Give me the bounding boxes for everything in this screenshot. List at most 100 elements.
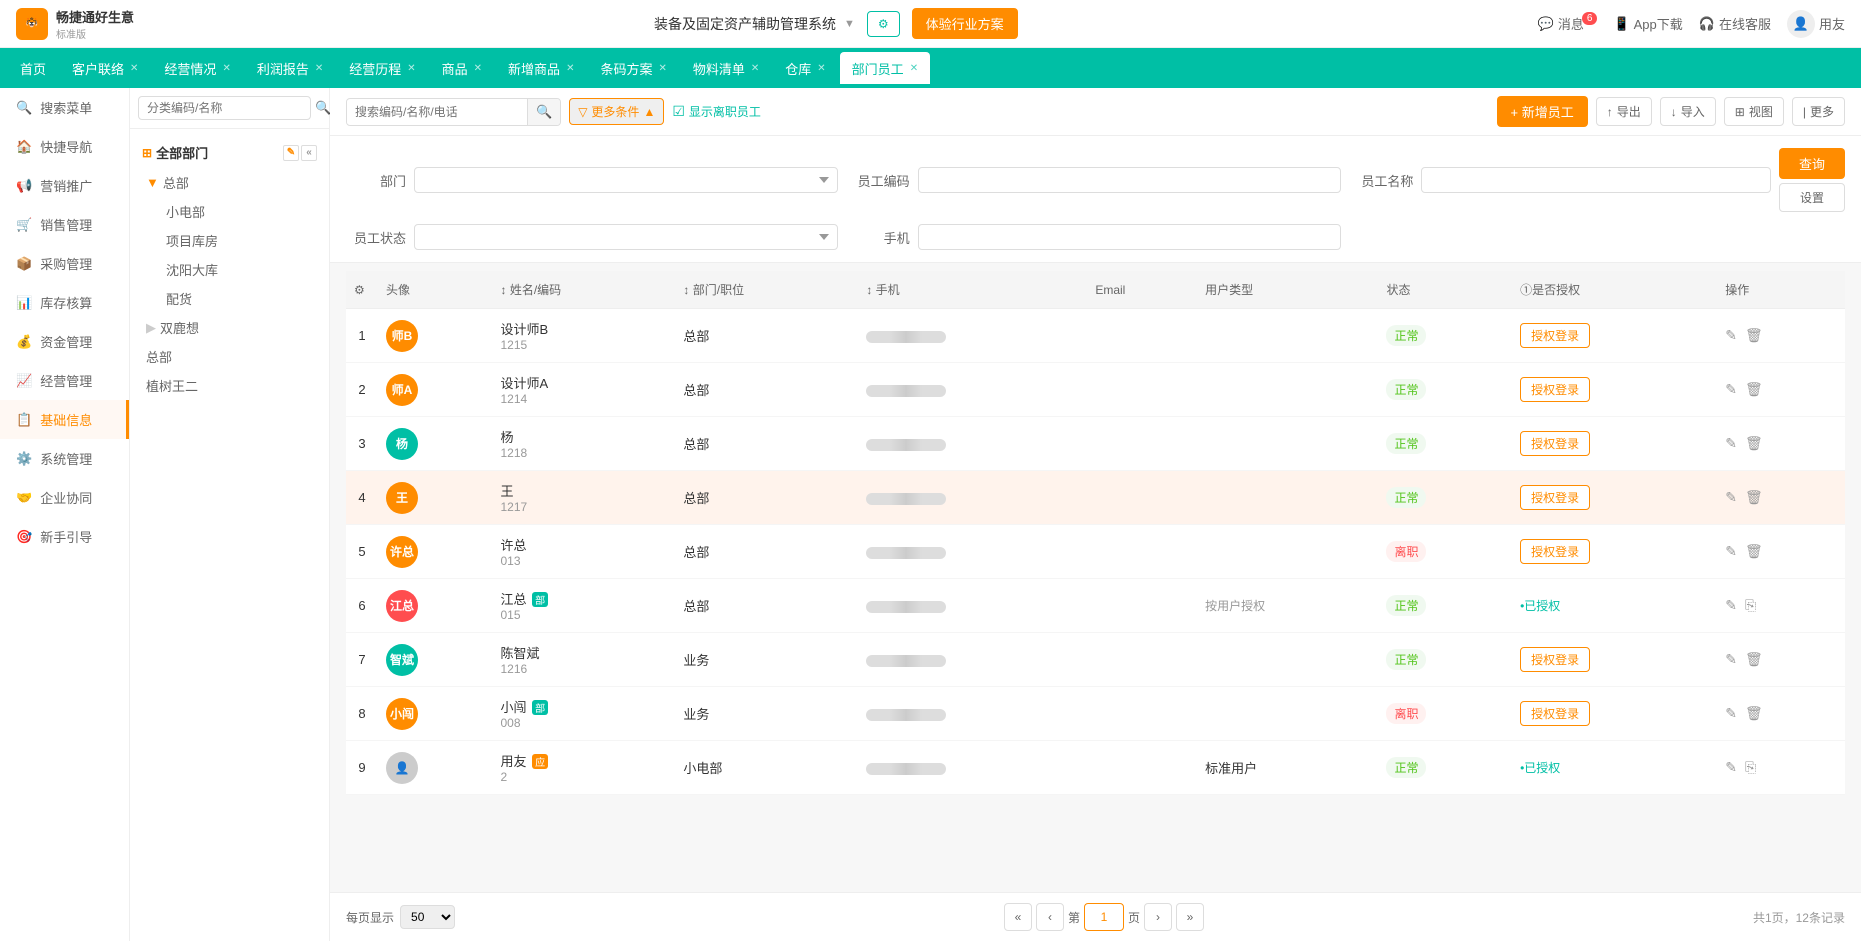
- employee-name-input[interactable]: [1421, 167, 1771, 193]
- sidebar-item-purchase[interactable]: 📦 采购管理: [0, 244, 129, 283]
- dept-select[interactable]: [414, 167, 838, 193]
- auth-btn[interactable]: 授权登录: [1520, 431, 1590, 456]
- th-name[interactable]: ↕ 姓名/编码: [493, 271, 676, 309]
- page-size-select[interactable]: 50 20 100: [400, 905, 455, 929]
- sidebar-item-inventory[interactable]: 📊 库存核算: [0, 283, 129, 322]
- sidebar-item-search[interactable]: 🔍 搜索菜单: [0, 88, 129, 127]
- auth-btn[interactable]: 授权登录: [1520, 485, 1590, 510]
- experience-btn[interactable]: 体验行业方案: [912, 8, 1018, 39]
- first-page-btn[interactable]: «: [1004, 903, 1032, 931]
- sidebar-item-system[interactable]: ⚙️ 系统管理: [0, 439, 129, 478]
- tab-barcode[interactable]: 条码方案 ✕: [588, 52, 678, 84]
- dept-node-xiaodian[interactable]: 小电部: [150, 197, 321, 226]
- more-filter-btn[interactable]: ▽ 更多条件 ▲: [569, 98, 664, 125]
- th-phone[interactable]: ↕ 手机: [858, 271, 1087, 309]
- cell-avatar: 👤: [378, 741, 493, 795]
- delete-icon[interactable]: 🗑: [1745, 327, 1763, 344]
- chevron-up-icon: ▲: [643, 105, 655, 119]
- delete-icon[interactable]: 🗑: [1745, 489, 1763, 506]
- show-resigned-checkbox[interactable]: ☑ 显示离职员工: [672, 103, 761, 120]
- dept-node-zongbu2[interactable]: 总部: [138, 342, 321, 371]
- edit-icon[interactable]: ✎: [1725, 705, 1737, 722]
- sidebar-item-collab[interactable]: 🤝 企业协同: [0, 478, 129, 517]
- collapse-btn[interactable]: «: [301, 145, 317, 161]
- delete-icon[interactable]: 🗑: [1745, 435, 1763, 452]
- edit-icon[interactable]: ✎: [1725, 435, 1737, 452]
- sidebar-item-basic[interactable]: 📋 基础信息: [0, 400, 129, 439]
- delete-icon[interactable]: ⎘: [1745, 759, 1756, 776]
- tab-warehouse[interactable]: 仓库 ✕: [773, 52, 837, 84]
- auth-btn[interactable]: 授权登录: [1520, 539, 1590, 564]
- import-btn[interactable]: ↓ 导入: [1660, 97, 1716, 126]
- dept-node-zhishu[interactable]: 植树王二: [138, 371, 321, 400]
- auth-btn[interactable]: 授权登录: [1520, 377, 1590, 402]
- edit-icon[interactable]: ✎: [1725, 651, 1737, 668]
- edit-icon[interactable]: ✎: [1725, 327, 1737, 344]
- th-actions: 操作: [1717, 271, 1845, 309]
- delete-icon[interactable]: 🗑: [1745, 651, 1763, 668]
- search-btn[interactable]: 🔍: [527, 99, 560, 125]
- settings-icon[interactable]: ⚙: [867, 11, 900, 37]
- status-select[interactable]: [414, 224, 838, 250]
- edit-icon[interactable]: ✎: [1725, 759, 1737, 776]
- dept-node-peihuo[interactable]: 配货: [150, 284, 321, 313]
- tab-employees[interactable]: 部门员工 ✕: [840, 52, 930, 84]
- table-head: ⚙ 头像 ↕ 姓名/编码 ↕ 部门/职位 ↕ 手机 Email 用户类型 状态 …: [346, 271, 1845, 309]
- table-row: 4 王 王1217 总部 正常 授权登录 ✎ 🗑: [346, 471, 1845, 525]
- tab-customer[interactable]: 客户联络 ✕: [60, 52, 150, 84]
- tab-add-goods[interactable]: 新增商品 ✕: [496, 52, 586, 84]
- copy-icon[interactable]: ⎘: [1745, 597, 1756, 614]
- all-dept-header[interactable]: ⊞ 全部部门 ✎ «: [138, 137, 321, 168]
- dept-node-xiangmu[interactable]: 项目库房: [150, 226, 321, 255]
- th-settings[interactable]: ⚙: [346, 271, 378, 309]
- delete-icon[interactable]: 🗑: [1745, 543, 1763, 560]
- tab-bom[interactable]: 物料清单 ✕: [681, 52, 771, 84]
- sidebar-item-sales[interactable]: 🛒 销售管理: [0, 205, 129, 244]
- collapse-all-btn[interactable]: ✎: [283, 145, 299, 161]
- tab-home[interactable]: 首页: [8, 52, 58, 84]
- edit-icon[interactable]: ✎: [1725, 381, 1737, 398]
- tab-goods[interactable]: 商品 ✕: [430, 52, 494, 84]
- dept-node-shuanglu[interactable]: ▶ 双鹿想: [138, 313, 321, 342]
- sidebar-item-finance[interactable]: 💰 资金管理: [0, 322, 129, 361]
- delete-icon[interactable]: 🗑: [1745, 381, 1763, 398]
- auth-btn[interactable]: 授权登录: [1520, 701, 1590, 726]
- export-btn[interactable]: ↑ 导出: [1596, 97, 1652, 126]
- tab-profit[interactable]: 利润报告 ✕: [245, 52, 335, 84]
- online-service-btn[interactable]: 🎧 在线客服: [1699, 14, 1771, 33]
- app-download-btn[interactable]: 📱 App下载: [1613, 14, 1682, 33]
- delete-icon[interactable]: 🗑: [1745, 705, 1763, 722]
- filter-right: + 新增员工 ↑ 导出 ↓ 导入 ⊞ 视图 | 更多: [1497, 96, 1845, 127]
- add-employee-btn[interactable]: + 新增员工: [1497, 96, 1588, 127]
- last-page-btn[interactable]: »: [1176, 903, 1204, 931]
- sidebar-item-quick-nav[interactable]: 🏠 快捷导航: [0, 127, 129, 166]
- dept-search-input[interactable]: [138, 96, 311, 120]
- tab-operation[interactable]: 经营情况 ✕: [152, 52, 242, 84]
- user-avatar-btn[interactable]: 👤 用友: [1787, 10, 1845, 38]
- prev-page-btn[interactable]: ‹: [1036, 903, 1064, 931]
- edit-icon[interactable]: ✎: [1725, 489, 1737, 506]
- message-btn[interactable]: 💬 消息 6: [1538, 14, 1598, 33]
- dept-node-shenyang[interactable]: 沈阳大库: [150, 255, 321, 284]
- next-page-btn[interactable]: ›: [1144, 903, 1172, 931]
- reset-btn[interactable]: 设置: [1779, 183, 1845, 212]
- edit-icon[interactable]: ✎: [1725, 543, 1737, 560]
- dept-node-zongbu-expand[interactable]: ▼ 总部: [138, 168, 321, 197]
- dept-search-icon[interactable]: 🔍: [315, 100, 331, 116]
- sidebar-item-guide[interactable]: 🎯 新手引导: [0, 517, 129, 556]
- auth-btn[interactable]: 授权登录: [1520, 647, 1590, 672]
- cell-user-type: [1197, 633, 1378, 687]
- query-btn[interactable]: 查询: [1779, 148, 1845, 179]
- phone-input[interactable]: [918, 224, 1342, 250]
- sidebar-item-management[interactable]: 📈 经营管理: [0, 361, 129, 400]
- view-btn[interactable]: ⊞ 视图: [1724, 97, 1784, 126]
- th-dept[interactable]: ↕ 部门/职位: [675, 271, 858, 309]
- auth-btn[interactable]: 授权登录: [1520, 323, 1590, 348]
- more-action-btn[interactable]: | 更多: [1792, 97, 1845, 126]
- tab-history[interactable]: 经营历程 ✕: [337, 52, 427, 84]
- search-input[interactable]: [347, 100, 527, 124]
- edit-icon[interactable]: ✎: [1725, 597, 1737, 614]
- phone-blur: [866, 763, 946, 775]
- sidebar-item-marketing[interactable]: 📢 营销推广: [0, 166, 129, 205]
- employee-code-input[interactable]: [918, 167, 1342, 193]
